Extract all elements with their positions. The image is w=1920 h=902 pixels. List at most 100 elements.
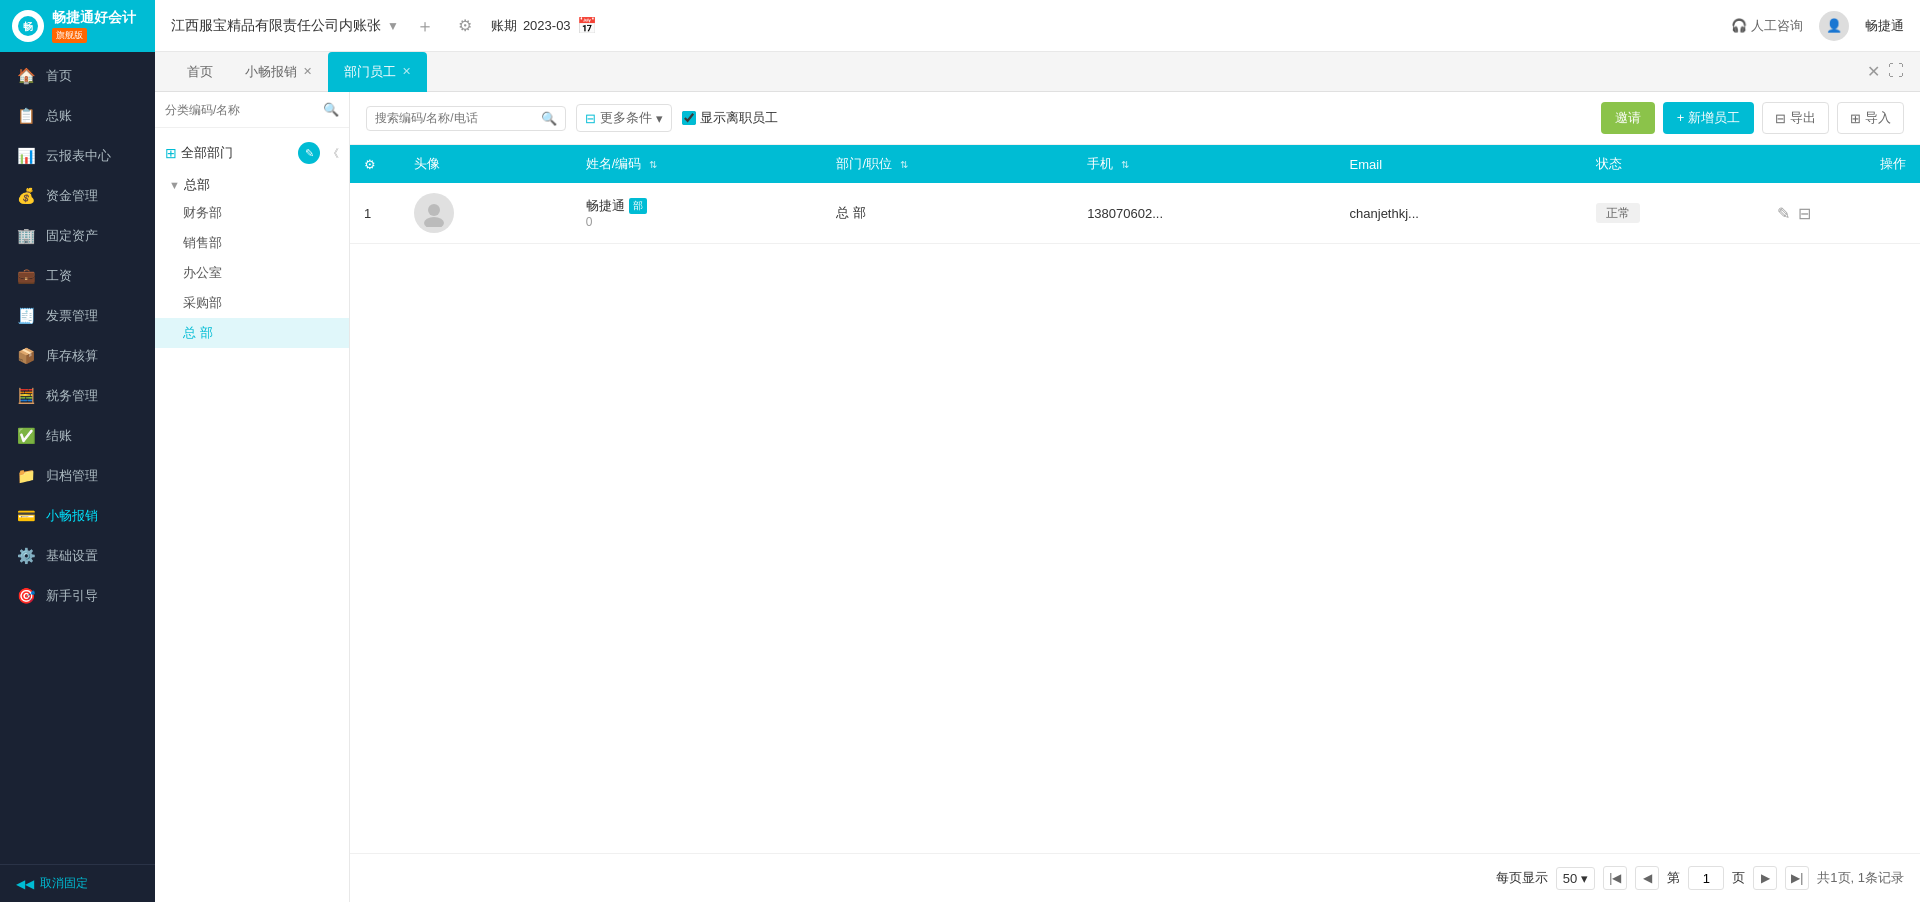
col-dept[interactable]: 部门/职位 ⇅ xyxy=(822,145,1073,183)
sidebar-item-closing[interactable]: ✅ 结账 xyxy=(0,416,155,456)
topbar: 江西服宝精品有限责任公司内账张 ▼ ＋ ⚙ 账期 2023-03 📅 🎧 人工咨… xyxy=(155,0,1920,52)
per-page-select[interactable]: 50 ▾ xyxy=(1556,867,1595,890)
add-dept-icon[interactable]: ✎ xyxy=(298,142,320,164)
collapse-icon[interactable]: 《 xyxy=(328,146,339,161)
sidebar-item-funds[interactable]: 💰 资金管理 xyxy=(0,176,155,216)
grid-icon: ⊞ xyxy=(165,145,177,161)
sidebar-item-inventory[interactable]: 📦 库存核算 xyxy=(0,336,155,376)
invite-button[interactable]: 邀请 xyxy=(1601,102,1655,134)
sidebar: 畅 畅捷通好会计 旗舰版 🏠 首页 📋 总账 📊 云报表中心 💰 资金管理 🏢 xyxy=(0,0,155,902)
archive-icon: 📁 xyxy=(16,466,36,486)
expand-tab-icon[interactable]: ⛶ xyxy=(1888,62,1904,81)
tab-home[interactable]: 首页 xyxy=(171,52,229,92)
dept-item-finance[interactable]: 财务部 xyxy=(155,198,349,228)
support-button[interactable]: 🎧 人工咨询 xyxy=(1731,17,1803,35)
dept-search-input[interactable] xyxy=(165,103,319,117)
show-resigned-checkbox[interactable] xyxy=(682,111,696,125)
sidebar-item-salary[interactable]: 💼 工资 xyxy=(0,256,155,296)
per-page-dropdown-icon: ▾ xyxy=(1581,871,1588,886)
pagination-bar: 每页显示 50 ▾ |◀ ◀ 第 页 ▶ ▶| 共1页, 1条记录 xyxy=(350,853,1920,902)
tax-icon: 🧮 xyxy=(16,386,36,406)
dept-search-icon[interactable]: 🔍 xyxy=(323,102,339,117)
employee-dept-badge: 部 xyxy=(629,198,647,214)
company-name: 江西服宝精品有限责任公司内账张 xyxy=(171,17,381,35)
cell-avatar xyxy=(400,183,572,244)
table-settings-icon: ⚙ xyxy=(364,157,376,172)
employee-table-container: ⚙ 头像 姓名/编码 ⇅ 部门/职位 ⇅ xyxy=(350,145,1920,853)
tab-expense-close[interactable]: ✕ xyxy=(303,65,312,78)
right-panel: 🔍 ⊟ 更多条件 ▾ 显示离职员工 邀请 + 新增员工 ⊟ 导出 xyxy=(350,92,1920,902)
filter-button[interactable]: ⊟ 更多条件 ▾ xyxy=(576,104,672,132)
sidebar-item-archive[interactable]: 📁 归档管理 xyxy=(0,456,155,496)
sidebar-item-invoices[interactable]: 🧾 发票管理 xyxy=(0,296,155,336)
col-name[interactable]: 姓名/编码 ⇅ xyxy=(572,145,823,183)
col-avatar: 头像 xyxy=(400,145,572,183)
tabs-actions: ✕ ⛶ xyxy=(1867,62,1904,81)
period-value: 2023-03 xyxy=(523,18,571,33)
first-page-button[interactable]: |◀ xyxy=(1603,866,1627,890)
sidebar-item-tax[interactable]: 🧮 税务管理 xyxy=(0,376,155,416)
sidebar-nav: 🏠 首页 📋 总账 📊 云报表中心 💰 资金管理 🏢 固定资产 💼 工资 🧾 发… xyxy=(0,52,155,864)
sidebar-item-ledger[interactable]: 📋 总账 xyxy=(0,96,155,136)
closing-icon: ✅ xyxy=(16,426,36,446)
employee-search-icon[interactable]: 🔍 xyxy=(541,111,557,126)
sidebar-item-home[interactable]: 🏠 首页 xyxy=(0,56,155,96)
col-status: 状态 xyxy=(1582,145,1764,183)
sidebar-item-guide[interactable]: 🎯 新手引导 xyxy=(0,576,155,616)
cell-email: chanjethkj... xyxy=(1336,183,1582,244)
cell-name: 畅捷通 部 0 xyxy=(572,183,823,244)
col-settings[interactable]: ⚙ xyxy=(350,145,400,183)
status-badge: 正常 xyxy=(1596,203,1640,223)
topbar-settings-icon[interactable]: ⚙ xyxy=(451,12,479,40)
guide-icon: 🎯 xyxy=(16,586,36,606)
toolbar-right: 邀请 + 新增员工 ⊟ 导出 ⊞ 导入 xyxy=(1601,102,1904,134)
export-button[interactable]: ⊟ 导出 xyxy=(1762,102,1829,134)
sidebar-item-settings[interactable]: ⚙️ 基础设置 xyxy=(0,536,155,576)
page-unit-label: 页 xyxy=(1732,869,1745,887)
logout-icon[interactable]: ⊟ xyxy=(1798,204,1811,223)
cancel-fixed-button[interactable]: ◀◀ 取消固定 xyxy=(0,864,155,902)
sidebar-item-expense[interactable]: 💳 小畅报销 xyxy=(0,496,155,536)
edit-icon[interactable]: ✎ xyxy=(1777,204,1790,223)
company-selector[interactable]: 江西服宝精品有限责任公司内账张 ▼ xyxy=(171,17,399,35)
prev-page-button[interactable]: ◀ xyxy=(1635,866,1659,890)
ledger-icon: 📋 xyxy=(16,106,36,126)
settings-icon: ⚙️ xyxy=(16,546,36,566)
last-page-button[interactable]: ▶| xyxy=(1785,866,1809,890)
all-dept-header[interactable]: ⊞ 全部部门 ✎ 《 xyxy=(155,136,349,170)
page-input[interactable] xyxy=(1688,866,1724,890)
employee-toolbar: 🔍 ⊟ 更多条件 ▾ 显示离职员工 邀请 + 新增员工 ⊟ 导出 xyxy=(350,92,1920,145)
dept-item-general[interactable]: 总 部 xyxy=(155,318,349,348)
col-phone[interactable]: 手机 ⇅ xyxy=(1073,145,1335,183)
invoices-icon: 🧾 xyxy=(16,306,36,326)
avatar: 👤 xyxy=(1819,11,1849,41)
dept-item-office[interactable]: 办公室 xyxy=(155,258,349,288)
add-company-button[interactable]: ＋ xyxy=(411,12,439,40)
sidebar-item-assets[interactable]: 🏢 固定资产 xyxy=(0,216,155,256)
employee-avatar xyxy=(414,193,454,233)
dept-search-bar: 🔍 xyxy=(155,92,349,128)
sidebar-item-reports[interactable]: 📊 云报表中心 xyxy=(0,136,155,176)
company-dropdown-icon: ▼ xyxy=(387,19,399,33)
period-label: 账期 xyxy=(491,17,517,35)
show-resigned-checkbox-label[interactable]: 显示离职员工 xyxy=(682,109,778,127)
tab-expense[interactable]: 小畅报销 ✕ xyxy=(229,52,328,92)
filter-dropdown-icon: ▾ xyxy=(656,111,663,126)
close-tab-icon[interactable]: ✕ xyxy=(1867,62,1880,81)
left-panel: 🔍 ⊞ 全部部门 ✎ 《 ▼ 总部 财务部 销售部 xyxy=(155,92,350,902)
dept-item-purchase[interactable]: 采购部 xyxy=(155,288,349,318)
assets-icon: 🏢 xyxy=(16,226,36,246)
inventory-icon: 📦 xyxy=(16,346,36,366)
period-display: 账期 2023-03 📅 xyxy=(491,16,597,35)
next-page-button[interactable]: ▶ xyxy=(1753,866,1777,890)
funds-icon: 💰 xyxy=(16,186,36,206)
calendar-icon[interactable]: 📅 xyxy=(577,16,597,35)
dept-item-sales[interactable]: 销售部 xyxy=(155,228,349,258)
import-button[interactable]: ⊞ 导入 xyxy=(1837,102,1904,134)
tab-dept-employee[interactable]: 部门员工 ✕ xyxy=(328,52,427,92)
home-icon: 🏠 xyxy=(16,66,36,86)
employee-search-input[interactable] xyxy=(375,111,537,125)
tab-dept-employee-close[interactable]: ✕ xyxy=(402,65,411,78)
topbar-right: 🎧 人工咨询 👤 畅捷通 xyxy=(1731,11,1904,41)
add-employee-button[interactable]: + 新增员工 xyxy=(1663,102,1754,134)
